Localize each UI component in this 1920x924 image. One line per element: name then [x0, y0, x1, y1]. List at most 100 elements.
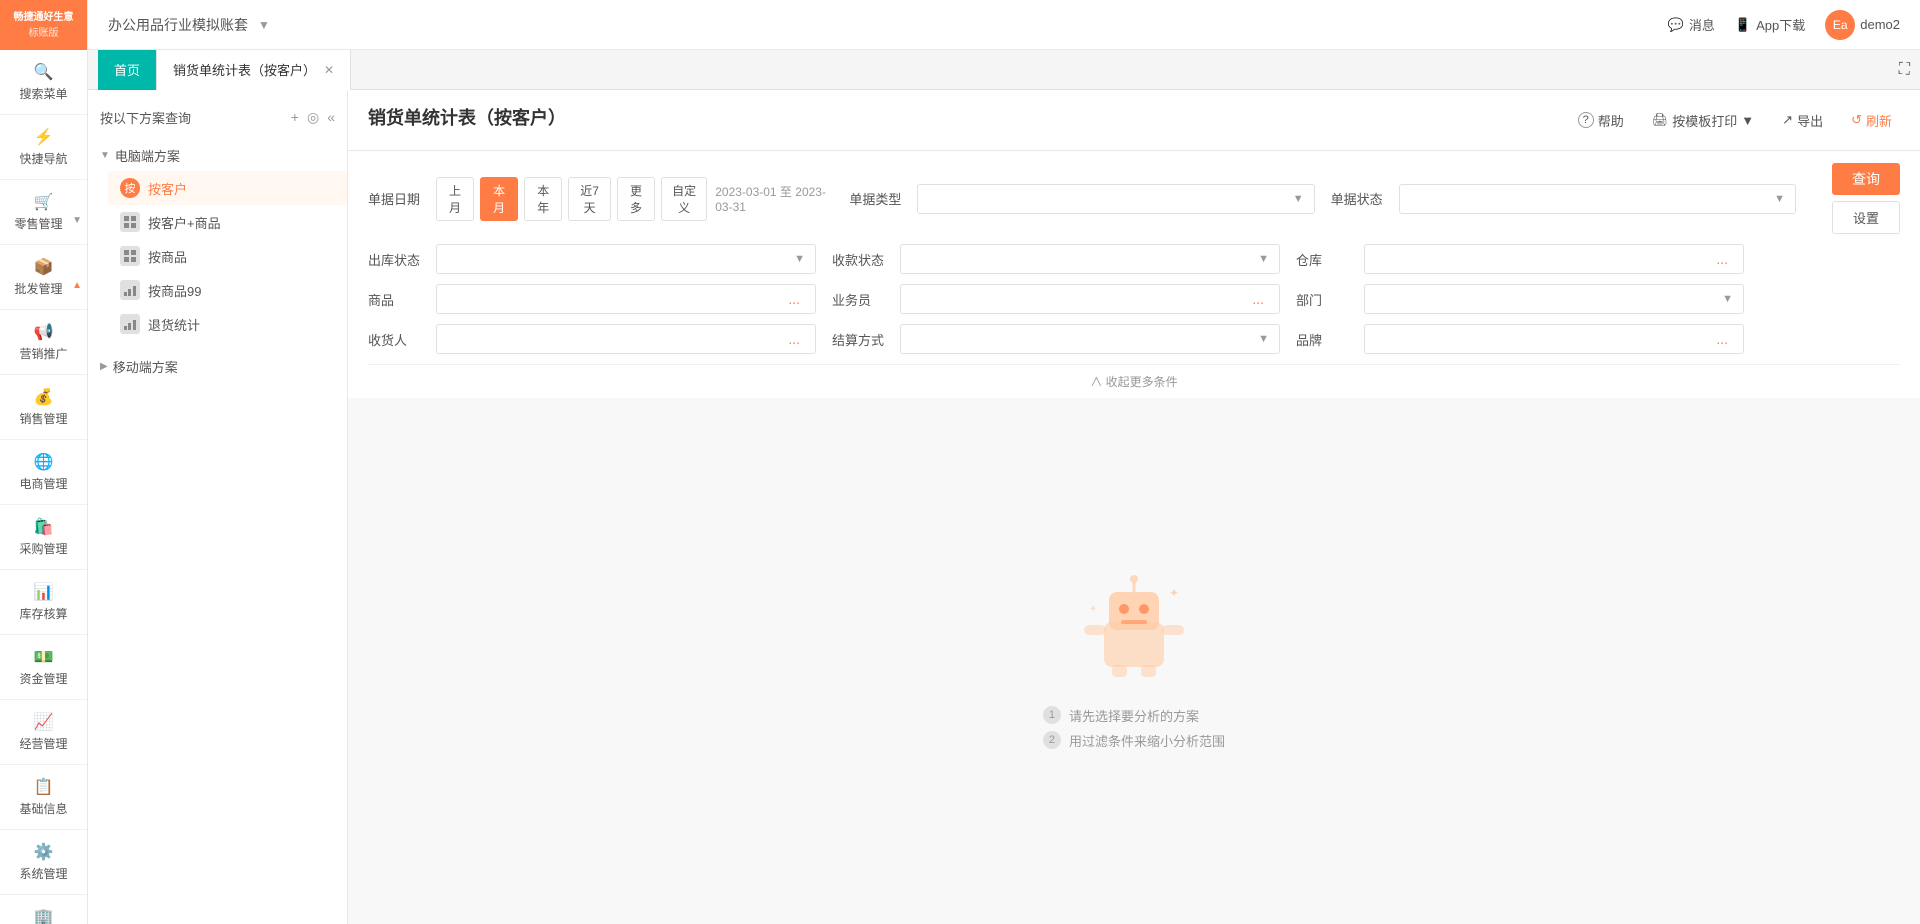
tree-item-return-stats[interactable]: 退货统计 [108, 307, 347, 341]
sidebar-item-operation[interactable]: 📈 经营管理 [0, 700, 87, 765]
tree-item-by-customer-product[interactable]: 按客户+商品 [108, 205, 347, 239]
btn-this-month[interactable]: 本月 [480, 177, 518, 221]
settlement-label: 结算方式 [832, 330, 892, 349]
salesperson-dots[interactable]: ... [1247, 291, 1269, 307]
bill-status-group: 单据状态 ▼ [1331, 184, 1796, 214]
ecommerce-icon: 🌐 [5, 452, 82, 472]
brand-input[interactable]: ... [1364, 324, 1744, 354]
inventory-icon: 📊 [5, 582, 82, 602]
tab-close-icon[interactable]: ✕ [324, 63, 334, 77]
sidebar-item-retail[interactable]: 🛒 零售管理 ▼ [0, 180, 87, 245]
tab-fullscreen-btn[interactable]: ⛶ [1899, 61, 1910, 79]
print-btn[interactable]: 🖨 按模板打印 ▼ [1644, 107, 1762, 134]
sidebar-item-basic[interactable]: 📋 基础信息 [0, 765, 87, 830]
date-filter: 上月 本月 本年 近7天 更多 自定义 [436, 177, 707, 221]
app-download-icon: 📱 [1735, 17, 1751, 33]
date-range: 2023-03-01 至 2023-03-31 [715, 183, 833, 214]
topbar: 办公用品行业模拟账套 ▼ 💬 消息 📱 App下载 Ea demo2 [88, 0, 1920, 50]
panel-settings-btn[interactable]: ◎ [307, 109, 319, 126]
panel-add-btn[interactable]: + [291, 109, 299, 126]
panel-collapse-btn[interactable]: « [327, 109, 335, 126]
avatar: Ea [1825, 10, 1855, 40]
sidebar-item-finance[interactable]: 💵 资金管理 [0, 635, 87, 700]
sidebar-item-search[interactable]: 🔍 搜索菜单 [0, 50, 87, 115]
sidebar-item-enterprise[interactable]: 🏢 企业协同 [0, 895, 87, 924]
product-input[interactable]: ... [436, 284, 816, 314]
filter-container: 单据日期 上月 本月 本年 近7天 更多 自定义 2023-03-01 至 20… [348, 151, 1920, 398]
by-customer-product-icon [120, 212, 140, 232]
product-dots[interactable]: ... [783, 291, 805, 307]
query-button[interactable]: 查询 [1832, 163, 1900, 195]
btn-this-year[interactable]: 本年 [524, 177, 562, 221]
by-product-99-icon [120, 280, 140, 300]
return-stats-icon [120, 314, 140, 334]
salesperson-input[interactable]: ... [900, 284, 1280, 314]
filter-row-1: 单据日期 上月 本月 本年 近7天 更多 自定义 2023-03-01 至 20… [368, 163, 1900, 234]
department-select[interactable]: ▼ [1364, 284, 1744, 314]
tree-parent-mobile[interactable]: ▶ 移动端方案 [88, 351, 347, 382]
date-label: 单据日期 [368, 189, 428, 208]
btn-more[interactable]: 更多 [617, 177, 655, 221]
app-download-action[interactable]: 📱 App下载 [1735, 15, 1805, 34]
message-action[interactable]: 💬 消息 [1668, 15, 1715, 34]
receiver-label: 收货人 [368, 330, 428, 349]
out-status-arrow-icon: ▼ [794, 253, 805, 265]
help-btn[interactable]: ? 帮助 [1570, 107, 1632, 134]
tree-arrow-icon: ▼ [100, 150, 110, 161]
sidebar-item-wholesale[interactable]: 📦 批发管理 ▲ [0, 245, 87, 310]
tree-item-by-product[interactable]: 按商品 [108, 239, 347, 273]
bill-status-select[interactable]: ▼ [1399, 184, 1796, 214]
out-status-select[interactable]: ▼ [436, 244, 816, 274]
warehouse-input[interactable]: ... [1364, 244, 1744, 274]
panel-header: 按以下方案查询 + ◎ « [88, 100, 347, 135]
by-customer-icon: 按 [120, 178, 140, 198]
tab-sales-report[interactable]: 销货单统计表（按客户） ✕ [157, 50, 351, 90]
finance-icon: 💵 [5, 647, 82, 667]
sidebar-item-quick-nav[interactable]: ⚡ 快捷导航 [0, 115, 87, 180]
logo-subtext: 标账版 [29, 24, 59, 39]
user-action[interactable]: Ea demo2 [1825, 10, 1900, 40]
sidebar-item-inventory[interactable]: 📊 库存核算 [0, 570, 87, 635]
bill-type-select[interactable]: ▼ [917, 184, 1314, 214]
tree-parent-desktop[interactable]: ▼ 电脑端方案 [88, 140, 347, 171]
product-group: 商品 ... [368, 284, 816, 314]
sidebar-item-marketing[interactable]: 📢 营销推广 [0, 310, 87, 375]
sidebar-item-ecommerce[interactable]: 🌐 电商管理 [0, 440, 87, 505]
receiver-dots[interactable]: ... [783, 331, 805, 347]
settlement-select[interactable]: ▼ [900, 324, 1280, 354]
settlement-group: 结算方式 ▼ [832, 324, 1280, 354]
tab-home[interactable]: 首页 [98, 50, 157, 90]
brand-dots[interactable]: ... [1711, 331, 1733, 347]
refresh-icon: ↺ [1851, 112, 1862, 128]
tree-item-by-customer[interactable]: 按 按客户 [108, 171, 347, 205]
bill-type-arrow-icon: ▼ [1293, 193, 1304, 205]
filter-row-3: 商品 ... 业务员 ... 部门 [368, 284, 1900, 314]
warehouse-dots[interactable]: ... [1711, 251, 1733, 267]
btn-last-7days[interactable]: 近7天 [568, 177, 611, 221]
tree-item-by-product-99[interactable]: 按商品99 [108, 273, 347, 307]
svg-text:✦: ✦ [1089, 604, 1097, 615]
marketing-icon: 📢 [5, 322, 82, 342]
receive-status-select[interactable]: ▼ [900, 244, 1280, 274]
collapse-btn[interactable]: ∧ 收起更多条件 [368, 364, 1900, 398]
settings-button[interactable]: 设置 [1832, 201, 1900, 234]
btn-custom[interactable]: 自定义 [661, 177, 707, 221]
sidebar: 畅捷通好生意 标账版 🔍 搜索菜单 ⚡ 快捷导航 🛒 零售管理 ▼ 📦 批发管理… [0, 0, 88, 924]
export-btn[interactable]: ↗ 导出 [1774, 107, 1831, 134]
department-label: 部门 [1296, 290, 1356, 309]
tip-num-2: 2 [1043, 731, 1061, 749]
bill-type-group: 单据类型 ▼ [849, 184, 1314, 214]
topbar-dropdown[interactable]: ▼ [258, 18, 270, 32]
sidebar-item-purchase[interactable]: 🛍️ 采购管理 [0, 505, 87, 570]
svg-text:✦: ✦ [1169, 586, 1179, 600]
receiver-input[interactable]: ... [436, 324, 816, 354]
empty-state: ✦ ✦ 1 请先选择要分析的方案 2 用过滤条件来缩小分析范围 [1043, 567, 1225, 756]
filter-row-2: 出库状态 ▼ 收款状态 ▼ 仓库 [368, 244, 1900, 274]
refresh-btn[interactable]: ↺ 刷新 [1843, 107, 1900, 134]
btn-last-month[interactable]: 上月 [436, 177, 474, 221]
sidebar-item-sales[interactable]: 💰 销售管理 [0, 375, 87, 440]
sales-icon: 💰 [5, 387, 82, 407]
empty-icon: ✦ ✦ [1043, 567, 1225, 690]
sidebar-item-system[interactable]: ⚙️ 系统管理 [0, 830, 87, 895]
tree-mobile: ▶ 移动端方案 [88, 346, 347, 387]
